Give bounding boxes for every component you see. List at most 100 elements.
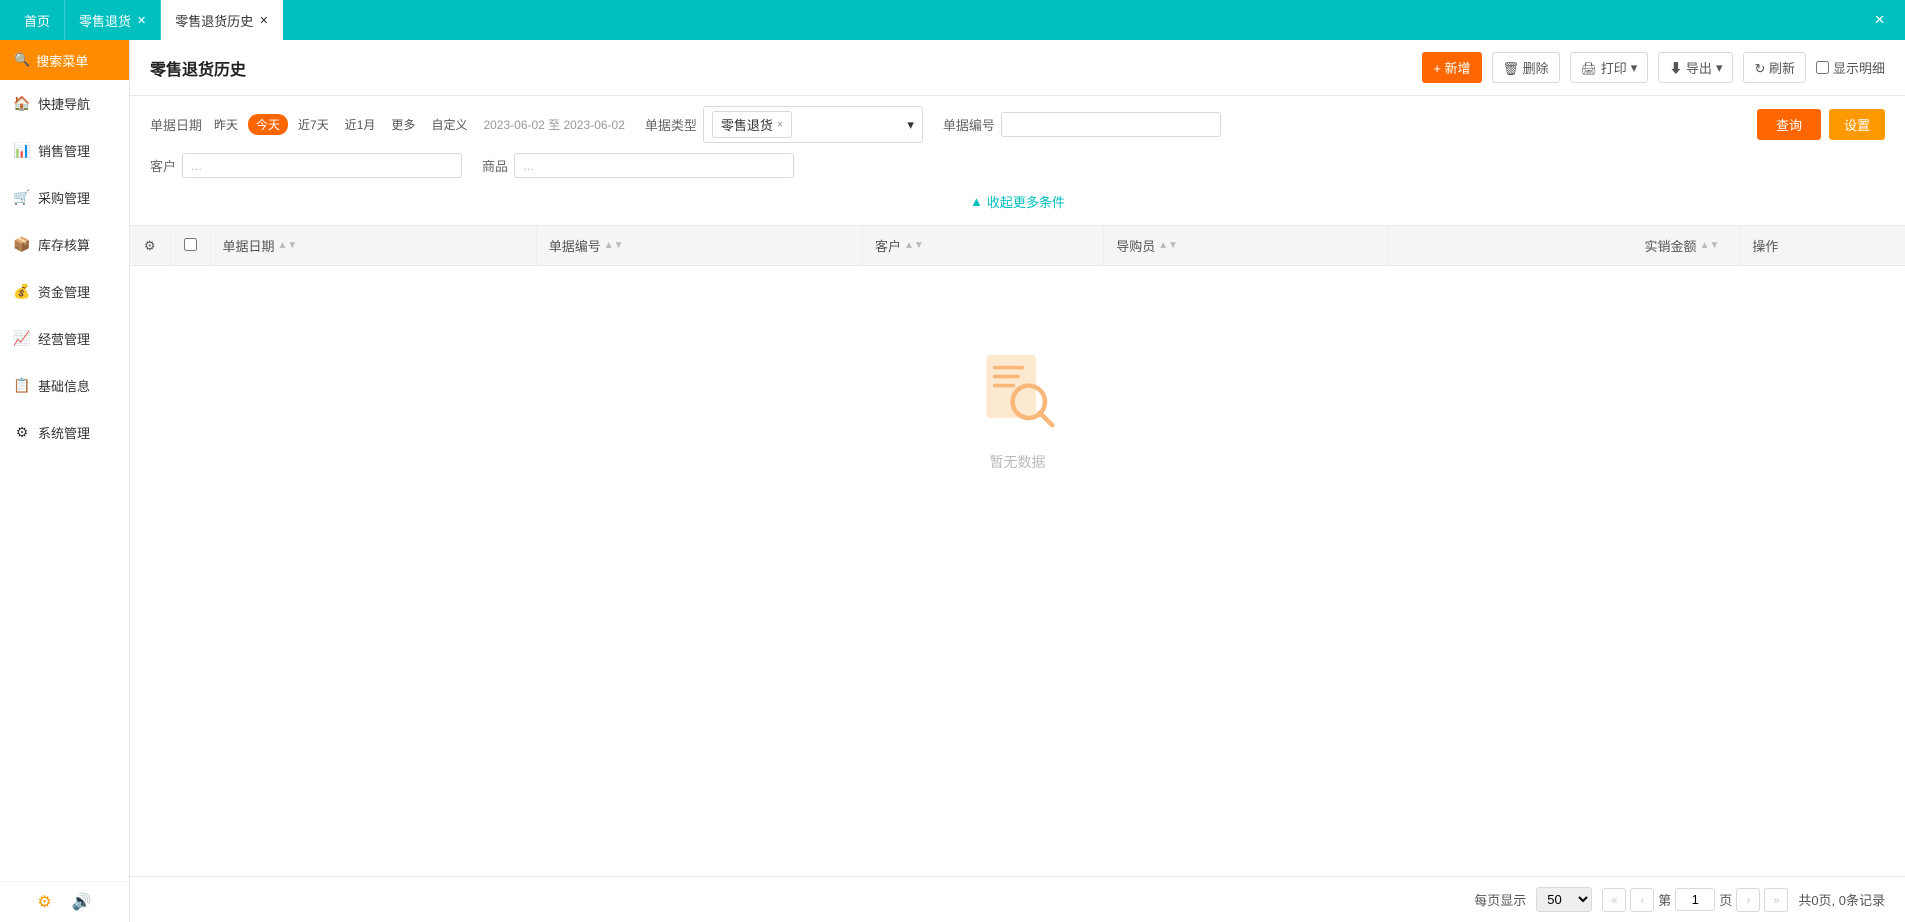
customer-filter: 客户 ...	[150, 153, 462, 178]
customer-input[interactable]: ...	[182, 153, 462, 178]
inventory-icon: 📦	[14, 237, 30, 253]
sort-amount-icon: ▲▼	[1700, 241, 1720, 251]
sort-date-icon: ▲▼	[278, 241, 298, 251]
remove-voucher-type[interactable]: ×	[777, 119, 783, 131]
voucher-type-select[interactable]: 零售退货 × ▾	[703, 106, 923, 143]
pagination-nav: « ‹ 第 页 › »	[1602, 888, 1788, 912]
goods-label: 商品	[482, 156, 508, 175]
new-button[interactable]: + 新增	[1422, 52, 1481, 83]
delete-button[interactable]: 🗑 删除	[1492, 52, 1560, 83]
sidebar-item-shortcuts[interactable]: 🏠 快捷导航	[0, 80, 129, 127]
main-content: 零售退货历史 + 新增 🗑 删除 🖨 打印 ▾ ⬇ 导出 ▾ ↻ 刷新	[130, 40, 1905, 922]
sidebar-item-system[interactable]: ⚙ 系统管理	[0, 409, 129, 456]
date-btn-today[interactable]: 今天	[248, 114, 288, 135]
show-detail-toggle[interactable]: 显示明细	[1816, 58, 1885, 77]
empty-state: 暂无数据	[130, 266, 1905, 552]
sidebar-item-basic-info[interactable]: 📋 基础信息	[0, 362, 129, 409]
last-page-button[interactable]: »	[1764, 888, 1788, 912]
empty-state-row: 暂无数据	[130, 266, 1905, 553]
tab-retail-return-history[interactable]: 零售退货历史 ✕	[161, 0, 283, 40]
goods-filter: 商品 ...	[482, 153, 794, 178]
th-voucher-no[interactable]: 单据编号 ▲▼	[536, 226, 862, 266]
export-button[interactable]: ⬇ 导出 ▾	[1658, 52, 1733, 83]
goods-input[interactable]: ...	[514, 153, 794, 178]
tab-retail-return[interactable]: 零售退货 ✕	[65, 0, 161, 40]
close-tab-retail-return[interactable]: ✕	[137, 14, 146, 27]
sidebar-item-sales[interactable]: 📊 销售管理	[0, 127, 129, 174]
home-icon: 🏠	[14, 96, 30, 112]
date-btn-1month[interactable]: 近1月	[339, 114, 382, 135]
sidebar-bottom: ⚙ 🔊	[0, 881, 129, 922]
sidebar-item-purchase[interactable]: 🛒 采购管理	[0, 174, 129, 221]
first-page-button[interactable]: «	[1602, 888, 1626, 912]
voucher-type-dropdown-icon: ▾	[907, 117, 914, 133]
top-bar: 首页 零售退货 ✕ 零售退货历史 ✕ ✕	[0, 0, 1905, 40]
th-date[interactable]: 单据日期 ▲▼	[210, 226, 536, 266]
date-btn-yesterday[interactable]: 昨天	[208, 114, 244, 135]
audio-icon[interactable]: 🔊	[72, 892, 92, 912]
next-page-button[interactable]: ›	[1736, 888, 1760, 912]
page-input[interactable]	[1675, 888, 1715, 911]
voucher-type-filter: 单据类型 零售退货 × ▾	[645, 106, 923, 143]
collapse-row: ▲ 收起更多条件	[150, 188, 1885, 215]
operations-icon: 📈	[14, 331, 30, 347]
settings-button[interactable]: 设置	[1829, 109, 1885, 140]
customer-dots: ...	[191, 158, 202, 173]
per-page-select[interactable]: 50 10 20 100	[1536, 887, 1592, 912]
sort-voucherno-icon: ▲▼	[604, 241, 624, 251]
th-settings[interactable]: ⚙	[130, 226, 170, 266]
th-customer[interactable]: 客户 ▲▼	[862, 226, 1103, 266]
sidebar: 🔍 搜索菜单 🏠 快捷导航 📊 销售管理 🛒 采购管理 📦 库存核算 💰 资金管…	[0, 40, 130, 922]
date-btn-7days[interactable]: 近7天	[292, 114, 335, 135]
select-all-checkbox[interactable]	[184, 238, 197, 251]
collapse-button[interactable]: ▲ 收起更多条件	[970, 192, 1065, 211]
show-detail-checkbox[interactable]	[1816, 61, 1829, 74]
th-guide[interactable]: 导购员 ▲▼	[1104, 226, 1388, 266]
sidebar-search[interactable]: 🔍 搜索菜单	[0, 40, 129, 80]
window-close-button[interactable]: ✕	[1874, 12, 1895, 28]
basic-info-icon: 📋	[14, 378, 30, 394]
pagination: 每页显示 50 10 20 100 « ‹ 第 页 › » 共0页, 0条记录	[130, 876, 1905, 922]
date-range: 2023-06-02 至 2023-06-02	[483, 116, 624, 133]
empty-text: 暂无数据	[990, 452, 1046, 472]
th-checkbox[interactable]	[170, 226, 210, 266]
sales-icon: 📊	[14, 143, 30, 159]
filter-row-2: 客户 ... 商品 ...	[150, 153, 1885, 178]
sidebar-item-finance[interactable]: 💰 资金管理	[0, 268, 129, 315]
query-button[interactable]: 查询	[1757, 109, 1821, 140]
goods-dots: ...	[523, 158, 534, 173]
table-settings-icon[interactable]: ⚙	[144, 238, 156, 253]
tab-bar: 首页 零售退货 ✕ 零售退货历史 ✕	[10, 0, 1874, 40]
tab-home[interactable]: 首页	[10, 0, 65, 40]
print-button[interactable]: 🖨 打印 ▾	[1570, 52, 1649, 83]
th-amount[interactable]: 实销金额 ▲▼	[1387, 226, 1739, 266]
filter-area: 单据日期 昨天 今天 近7天 近1月 更多 自定义 2023-06-02 至 2…	[130, 96, 1905, 226]
voucher-type-tag: 零售退货 ×	[712, 111, 792, 138]
filter-row-1: 单据日期 昨天 今天 近7天 近1月 更多 自定义 2023-06-02 至 2…	[150, 106, 1885, 143]
settings-bottom-icon[interactable]: ⚙	[37, 892, 51, 912]
export-dropdown-icon: ▾	[1716, 60, 1723, 76]
toolbar: + 新增 🗑 删除 🖨 打印 ▾ ⬇ 导出 ▾ ↻ 刷新 显示明细	[1422, 52, 1885, 83]
voucher-no-input[interactable]	[1001, 112, 1221, 137]
per-page-label: 每页显示	[1474, 890, 1526, 909]
data-table: ⚙ 单据日期 ▲▼ 单据编号	[130, 226, 1905, 552]
empty-illustration	[973, 346, 1063, 436]
date-btn-custom[interactable]: 自定义	[425, 114, 473, 135]
page-title: 零售退货历史	[150, 56, 246, 80]
close-tab-retail-return-history[interactable]: ✕	[259, 14, 268, 27]
sidebar-item-inventory[interactable]: 📦 库存核算	[0, 221, 129, 268]
search-icon: 🔍	[14, 52, 30, 68]
collapse-up-icon: ▲	[970, 194, 983, 209]
date-shortcuts: 昨天 今天 近7天 近1月 更多 自定义	[208, 114, 473, 135]
date-btn-more[interactable]: 更多	[385, 114, 421, 135]
page-header: 零售退货历史 + 新增 🗑 删除 🖨 打印 ▾ ⬇ 导出 ▾ ↻ 刷新	[130, 40, 1905, 96]
voucher-no-label: 单据编号	[943, 115, 995, 134]
table-area: ⚙ 单据日期 ▲▼ 单据编号	[130, 226, 1905, 876]
refresh-button[interactable]: ↻ 刷新	[1743, 52, 1806, 83]
voucher-no-filter: 单据编号	[943, 112, 1221, 137]
date-label: 单据日期	[150, 115, 202, 134]
sidebar-item-operations[interactable]: 📈 经营管理	[0, 315, 129, 362]
page-unit: 页	[1719, 890, 1732, 909]
total-info: 共0页, 0条记录	[1798, 890, 1885, 909]
prev-page-button[interactable]: ‹	[1630, 888, 1654, 912]
